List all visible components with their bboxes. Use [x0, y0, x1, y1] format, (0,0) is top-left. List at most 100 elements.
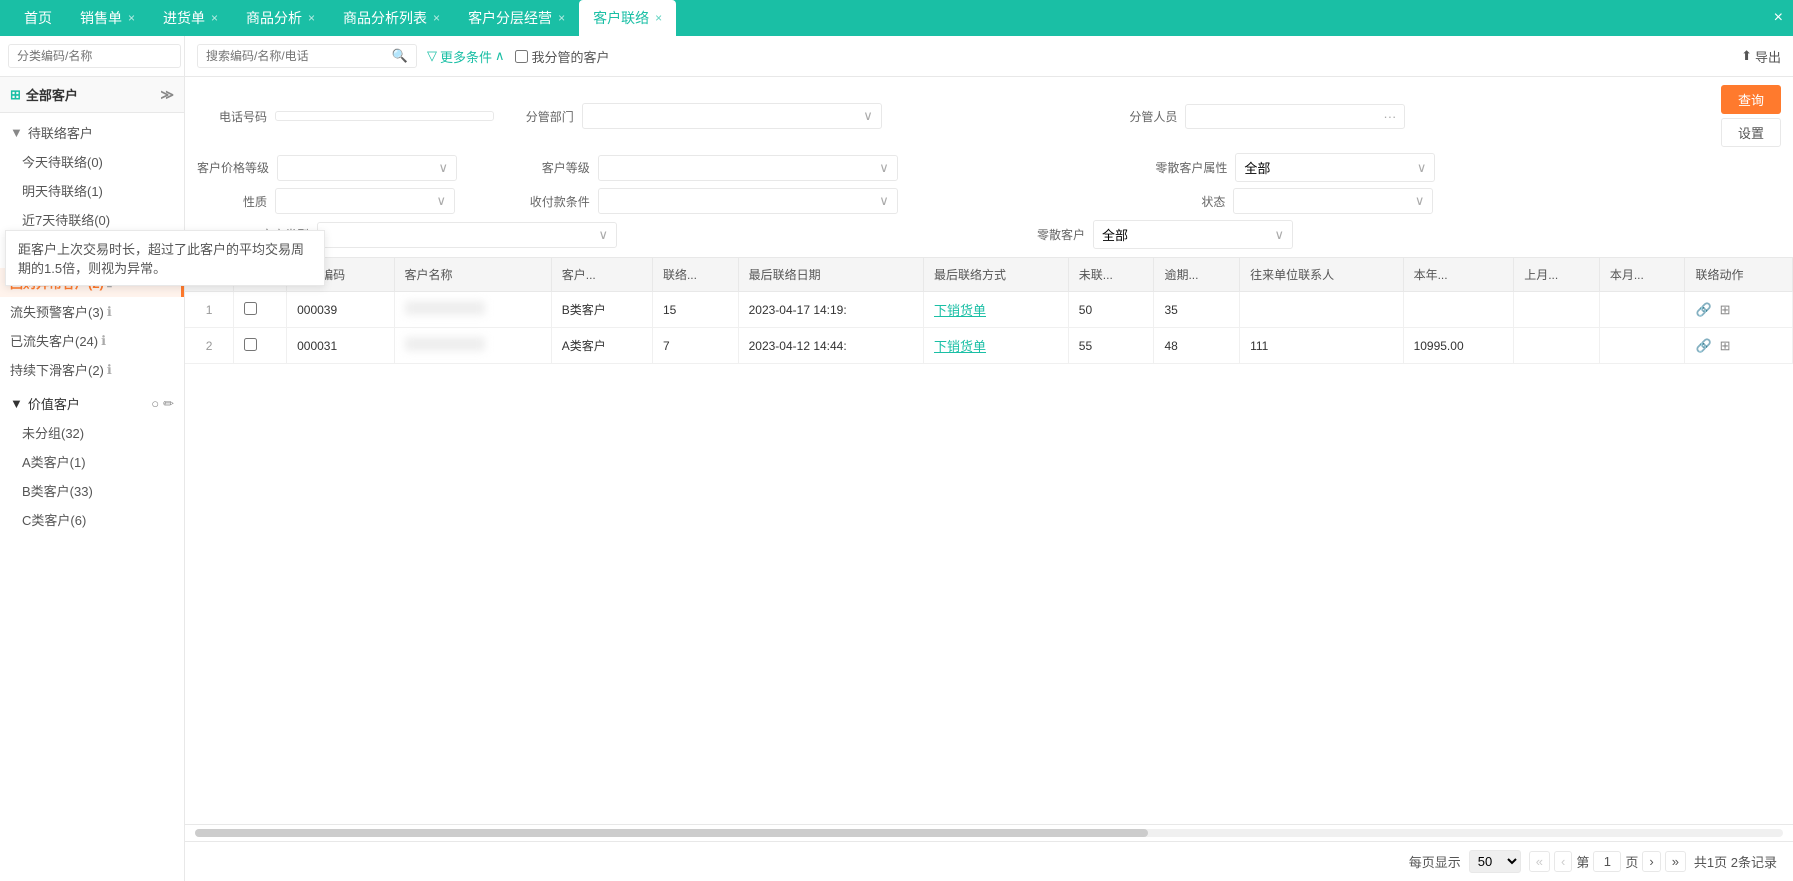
filter-bar: 🔍 ▽ 更多条件 ∧ 我分管的客户 ⬆ 导出: [185, 36, 1793, 77]
sidebar-item-today[interactable]: 今天待联络(0): [0, 147, 184, 176]
close-icon[interactable]: ×: [558, 11, 565, 25]
close-icon[interactable]: ×: [308, 11, 315, 25]
row-action[interactable]: 🔗 ⊞: [1685, 292, 1793, 328]
sidebar-item-already-lost[interactable]: 已流失客户(24) ℹ: [0, 326, 184, 355]
retail-attr-label: 零散客户属性: [1155, 159, 1227, 176]
page-end-label: 页: [1625, 852, 1638, 871]
category-search-input[interactable]: [8, 44, 181, 68]
column-last-contact-method[interactable]: 最后联络方式: [924, 258, 1069, 292]
column-last-contact-date[interactable]: 最后联络日期: [738, 258, 923, 292]
column-last-month[interactable]: 上月...: [1514, 258, 1600, 292]
row-overdue: 48: [1154, 328, 1240, 364]
phone-input[interactable]: [275, 111, 494, 121]
prev-page-btn[interactable]: ‹: [1554, 851, 1572, 872]
row-action[interactable]: 🔗 ⊞: [1685, 328, 1793, 364]
person-input[interactable]: ···: [1185, 104, 1405, 129]
retail-attr-select[interactable]: 全部 ∨: [1235, 153, 1435, 182]
refresh-icon[interactable]: ○: [151, 396, 159, 412]
sidebar-item-unclassified[interactable]: 未分组(32): [0, 418, 184, 447]
column-this-year[interactable]: 本年...: [1403, 258, 1514, 292]
nav-sales[interactable]: 销售单 ×: [66, 0, 149, 36]
grid-icon[interactable]: ⊞: [1720, 338, 1731, 354]
retail-attr-field: 零散客户属性 全部 ∨: [1155, 153, 1781, 182]
link-icon[interactable]: 🔗: [1695, 302, 1711, 318]
customer-type-select[interactable]: ∨: [317, 222, 617, 248]
row-last-contact-method[interactable]: 下销货单: [924, 328, 1069, 364]
column-customer-type[interactable]: 客户...: [551, 258, 652, 292]
pencil-icon[interactable]: ✏: [163, 396, 174, 412]
settings-button[interactable]: 设置: [1721, 118, 1781, 147]
price-level-select[interactable]: ∨: [277, 155, 457, 181]
sidebar-item-tomorrow[interactable]: 明天待联络(1): [0, 176, 184, 205]
sidebar-item-class-c[interactable]: C类客户(6): [0, 505, 184, 534]
my-customers-label: 我分管的客户: [532, 47, 610, 66]
current-page: 1: [1593, 851, 1621, 872]
sidebar-item-class-b[interactable]: B类客户(33): [0, 476, 184, 505]
close-icon[interactable]: ×: [211, 11, 218, 25]
column-contacts[interactable]: 往来单位联系人: [1240, 258, 1403, 292]
first-page-btn[interactable]: «: [1529, 851, 1550, 872]
link-icon[interactable]: 🔗: [1695, 338, 1711, 354]
nav-home[interactable]: 首页: [10, 0, 66, 36]
scroll-thumb[interactable]: [195, 829, 1148, 837]
phone-label: 电话号码: [197, 108, 267, 125]
retail-customer-select[interactable]: 全部 ∨: [1093, 220, 1293, 249]
close-icon[interactable]: ×: [655, 11, 662, 25]
table-header-row: ⚙ 客户编码 客户名称 客户... 联络... 最后联络日期 最后联络方式 未联…: [185, 258, 1793, 292]
payment-select[interactable]: ∨: [598, 188, 898, 214]
export-icon: ⬆: [1741, 48, 1752, 64]
collapse-icon[interactable]: ≫: [160, 87, 174, 103]
horizontal-scrollbar[interactable]: [185, 824, 1793, 841]
my-customers-checkbox[interactable]: [515, 50, 528, 63]
sidebar-item-loss-warning[interactable]: 流失预警客户(3) ℹ: [0, 297, 184, 326]
filter-row-2: 客户价格等级 ∨ 客户等级 ∨ 零散客户属性 全部 ∨: [197, 153, 1781, 182]
close-all-tabs[interactable]: ×: [1774, 9, 1783, 27]
grid-icon[interactable]: ⊞: [1720, 302, 1731, 318]
nav-product-analysis[interactable]: 商品分析 ×: [232, 0, 329, 36]
column-overdue[interactable]: 逾期...: [1154, 258, 1240, 292]
dept-select[interactable]: ∨: [582, 103, 882, 129]
column-not-contacted[interactable]: 未联...: [1068, 258, 1154, 292]
row-checkbox[interactable]: [234, 292, 287, 328]
sidebar-item-declining[interactable]: 持续下滑客户(2) ℹ: [0, 355, 184, 384]
row-checkbox[interactable]: [234, 328, 287, 364]
query-button[interactable]: 查询: [1721, 85, 1781, 114]
search-icon[interactable]: 🔍: [392, 48, 408, 64]
sidebar-item-class-a[interactable]: A类客户(1): [0, 447, 184, 476]
per-page-label: 每页显示: [1409, 852, 1461, 871]
value-group-header[interactable]: ▼ 价值客户 ○ ✏: [0, 389, 184, 418]
next-page-btn[interactable]: ›: [1642, 851, 1660, 872]
person-label: 分管人员: [1107, 108, 1177, 125]
column-contact-count[interactable]: 联络...: [652, 258, 738, 292]
price-level-label: 客户价格等级: [197, 159, 269, 176]
close-icon[interactable]: ×: [433, 11, 440, 25]
retail-customer-value: 全部: [1102, 225, 1128, 244]
nav-customer-contact[interactable]: 客户联络 ×: [579, 0, 676, 36]
status-select[interactable]: ∨: [1233, 188, 1433, 214]
gender-select[interactable]: ∨: [275, 188, 455, 214]
close-icon[interactable]: ×: [128, 11, 135, 25]
row-code: 000031: [287, 328, 394, 364]
nav-purchase[interactable]: 进货单 ×: [149, 0, 232, 36]
nav-customer-tier[interactable]: 客户分层经营 ×: [454, 0, 579, 36]
per-page-select[interactable]: 50 100 200: [1469, 850, 1521, 873]
price-level-field: 客户价格等级 ∨: [197, 155, 510, 181]
more-conditions-btn[interactable]: ▽ 更多条件 ∧: [427, 47, 505, 66]
row-this-year: [1403, 292, 1514, 328]
main-search-input[interactable]: [206, 49, 392, 63]
pending-contact-header[interactable]: ▼ 待联络客户: [0, 118, 184, 147]
grid-icon: ⊞: [10, 87, 21, 103]
column-name[interactable]: 客户名称: [394, 258, 551, 292]
row-last-contact-method[interactable]: 下销货单: [924, 292, 1069, 328]
last-page-btn[interactable]: »: [1665, 851, 1686, 872]
export-button[interactable]: ⬆ 导出: [1741, 47, 1781, 66]
nav-product-analysis-list[interactable]: 商品分析列表 ×: [329, 0, 454, 36]
row-last-contact-date: 2023-04-12 14:44:: [738, 328, 923, 364]
table-row: 2 000031 A类客户 7 2023-04-12 14:44: 下销货单 5…: [185, 328, 1793, 364]
dots-icon: ···: [1383, 109, 1396, 124]
gender-field: 性质 ∨: [197, 188, 510, 214]
scroll-track[interactable]: [195, 829, 1783, 837]
customer-level-select[interactable]: ∨: [598, 155, 898, 181]
top-navigation: 首页 销售单 × 进货单 × 商品分析 × 商品分析列表 × 客户分层经营 × …: [0, 0, 1793, 36]
column-this-month[interactable]: 本月...: [1599, 258, 1685, 292]
